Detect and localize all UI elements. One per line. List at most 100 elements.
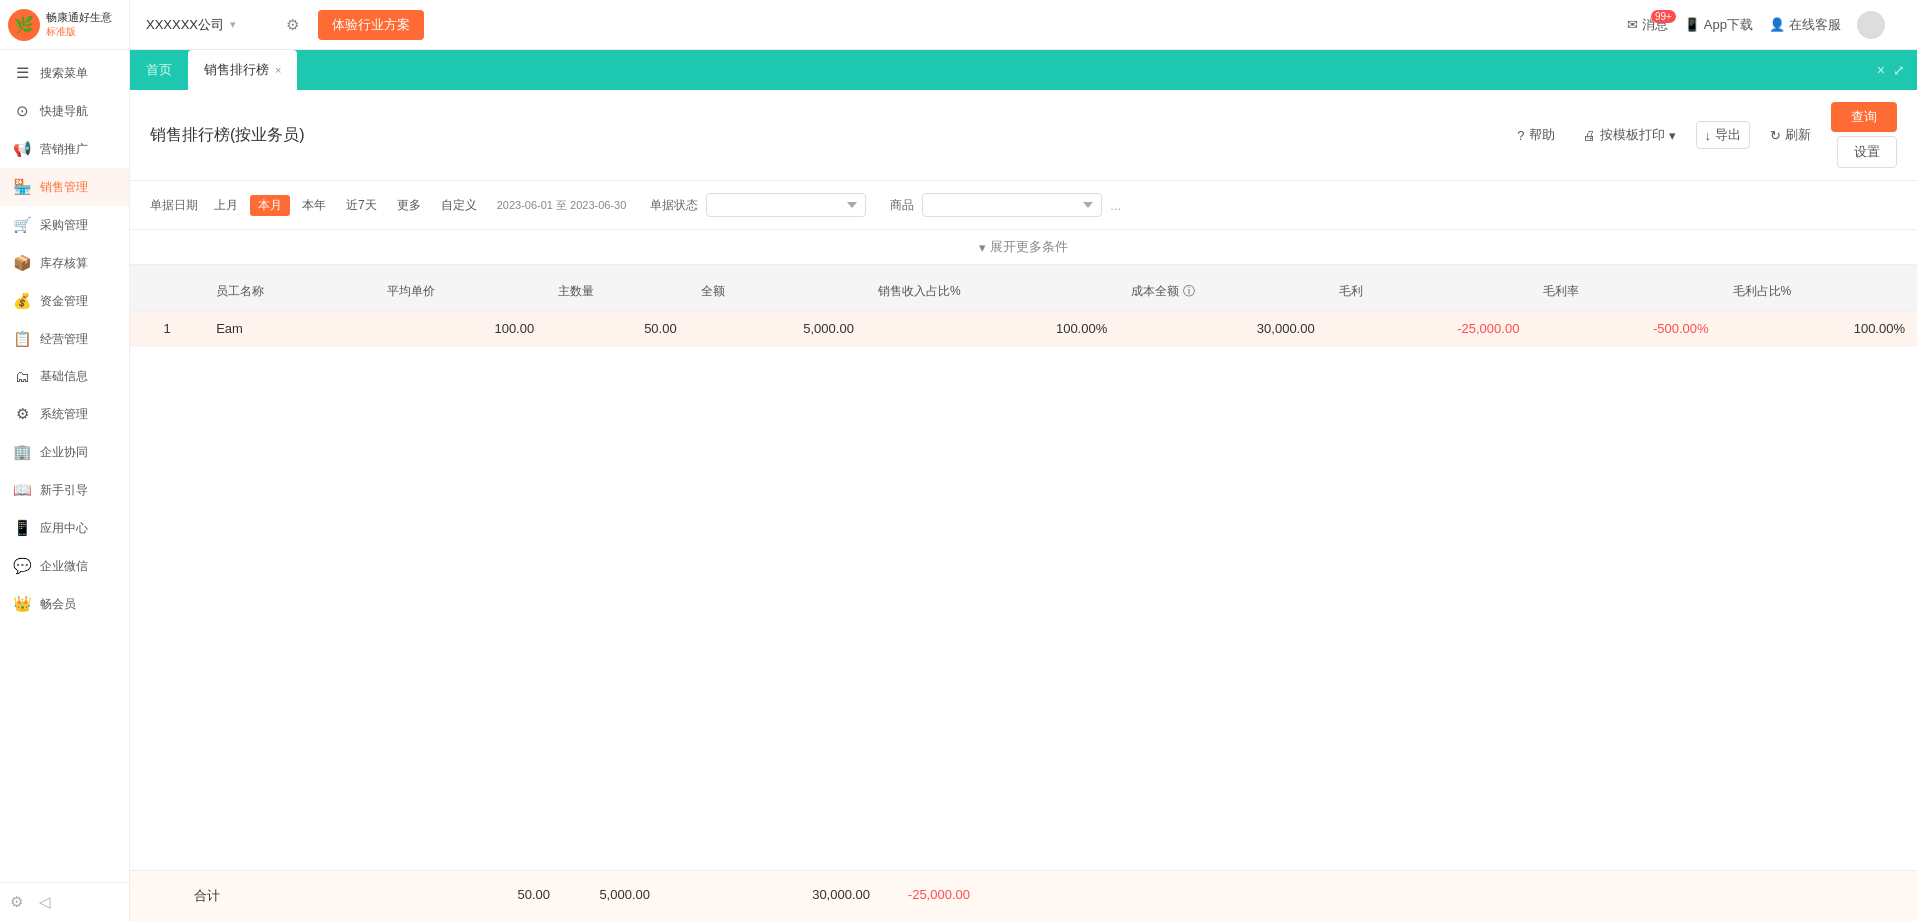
message-button[interactable]: ✉ 消息 99+: [1627, 16, 1668, 34]
footer-cost: 30,000.00: [772, 881, 882, 911]
table-header: 员工名称平均单价主数量全额销售收入占比%成本全额 ⓘ毛利毛利率毛利占比%: [130, 273, 1917, 311]
sidebar-item-wechat[interactable]: 💬企业微信: [0, 547, 129, 585]
date-option-自定义[interactable]: 自定义: [433, 195, 485, 216]
query-button[interactable]: 查询: [1831, 102, 1897, 132]
goods-input[interactable]: [922, 193, 1102, 217]
status-filter-group: 单据状态: [650, 193, 866, 217]
marketing-icon: 📢: [12, 140, 32, 158]
search-icon: ☰: [12, 64, 32, 82]
avatar[interactable]: [1857, 11, 1885, 39]
col-header-5: 销售收入占比%: [866, 273, 1119, 311]
col-header-4: 全额: [689, 273, 866, 311]
table-header-row: 员工名称平均单价主数量全额销售收入占比%成本全额 ⓘ毛利毛利率毛利占比%: [130, 273, 1917, 311]
status-select[interactable]: [706, 193, 866, 217]
sidebar-item-appstore[interactable]: 📱应用中心: [0, 509, 129, 547]
guide-icon: 📖: [12, 481, 32, 499]
sidebar-bottom: ⚙ ◁: [0, 882, 129, 921]
sidebar-item-member[interactable]: 👑畅会员: [0, 585, 129, 623]
footer-qty: 50.00: [462, 881, 562, 911]
sidebar-item-inventory[interactable]: 📦库存核算: [0, 244, 129, 282]
cell-0-1: Eam: [204, 311, 375, 347]
sidebar-item-operations[interactable]: 📋经营管理: [0, 320, 129, 358]
app-download-button[interactable]: 📱 App下载: [1684, 16, 1753, 34]
table-row[interactable]: 1Eam100.0050.005,000.00100.00%30,000.00-…: [130, 311, 1917, 347]
finance-icon: 💰: [12, 292, 32, 310]
tabs-bar: 首页 销售排行榜 × × ⤢: [130, 50, 1917, 90]
topbar-right: ✉ 消息 99+ 📱 App下载 👤 在线客服: [1627, 11, 1901, 39]
tabs-right: × ⤢: [1877, 62, 1917, 78]
cell-0-0: 1: [130, 311, 204, 347]
wechat-icon: 💬: [12, 557, 32, 575]
footer-profit-rate: [982, 881, 1082, 911]
base-icon: 🗂: [12, 368, 32, 385]
sidebar-item-finance[interactable]: 💰资金管理: [0, 282, 129, 320]
page-header: 销售排行榜(按业务员) ? 帮助 🖨 按模板打印 ▾ ↓ 导出 ↻ 刷新: [130, 90, 1917, 181]
sidebar-item-guide[interactable]: 📖新手引导: [0, 471, 129, 509]
data-table: 员工名称平均单价主数量全额销售收入占比%成本全额 ⓘ毛利毛利率毛利占比% 1Ea…: [130, 273, 1917, 347]
cell-0-3: 50.00: [546, 311, 689, 347]
col-header-1: 员工名称: [204, 273, 375, 311]
help-icon: ?: [1517, 128, 1524, 143]
status-filter-label: 单据状态: [650, 197, 698, 214]
window-expand-icon[interactable]: ⤢: [1893, 62, 1905, 78]
footer-avg-price: [362, 881, 462, 911]
footer-sales-ratio: [662, 881, 772, 911]
sidebar-item-marketing[interactable]: 📢营销推广: [0, 130, 129, 168]
sidebar-item-system[interactable]: ⚙系统管理: [0, 395, 129, 433]
sidebar-item-purchase[interactable]: 🛒采购管理: [0, 206, 129, 244]
company-selector[interactable]: XXXXXX公司 ▾: [146, 16, 266, 34]
message-badge: 99+: [1651, 10, 1676, 23]
topbar-settings-icon[interactable]: ⚙: [278, 11, 306, 39]
cell-0-5: 100.00%: [866, 311, 1119, 347]
help-button[interactable]: ? 帮助: [1509, 122, 1562, 148]
page-actions: ? 帮助 🖨 按模板打印 ▾ ↓ 导出 ↻ 刷新 查询: [1509, 102, 1897, 180]
footer-row: 合计 50.00 5,000.00 30,000.00 -25,000.00: [142, 881, 1905, 911]
sidebar-item-sales[interactable]: 🏪销售管理: [0, 168, 129, 206]
footer-empty: [142, 881, 182, 911]
col-header-3: 主数量: [546, 273, 689, 311]
trial-button[interactable]: 体验行业方案: [318, 10, 424, 40]
sidebar-settings-icon[interactable]: ⚙: [10, 893, 23, 911]
cell-0-7: -25,000.00: [1327, 311, 1532, 347]
print-icon: 🖨: [1583, 128, 1596, 143]
date-option-本月[interactable]: 本月: [250, 195, 290, 216]
date-option-本年[interactable]: 本年: [294, 195, 334, 216]
col-header-0: [130, 273, 204, 311]
export-button[interactable]: ↓ 导出: [1696, 121, 1751, 149]
sidebar-item-search[interactable]: ☰搜索菜单: [0, 54, 129, 92]
tab-sales-ranking[interactable]: 销售排行榜 ×: [188, 50, 297, 90]
expand-filter-button[interactable]: ▾ 展开更多条件: [979, 238, 1068, 256]
sidebar-item-base[interactable]: 🗂基础信息: [0, 358, 129, 395]
goods-filter-label: 商品: [890, 197, 914, 214]
date-option-近7天[interactable]: 近7天: [338, 195, 385, 216]
filter-bar: 单据日期 上月本月本年近7天更多自定义 2023-06-01 至 2023-06…: [130, 181, 1917, 230]
date-range: 2023-06-01 至 2023-06-30: [497, 198, 627, 213]
window-close-icon[interactable]: ×: [1877, 62, 1885, 78]
cell-0-8: -500.00%: [1531, 311, 1720, 347]
footer-label: 合计: [182, 881, 362, 911]
sidebar-item-shortcut[interactable]: ⊙快捷导航: [0, 92, 129, 130]
date-option-更多[interactable]: 更多: [389, 195, 429, 216]
settings-button[interactable]: 设置: [1837, 136, 1897, 168]
print-chevron-icon: ▾: [1669, 128, 1676, 143]
cell-0-9: 100.00%: [1721, 311, 1917, 347]
sidebar-item-enterprise[interactable]: 🏢企业协同: [0, 433, 129, 471]
expand-icon: ▾: [979, 240, 986, 255]
online-service-button[interactable]: 👤 在线客服: [1769, 16, 1841, 34]
inventory-icon: 📦: [12, 254, 32, 272]
print-button[interactable]: 🖨 按模板打印 ▾: [1575, 122, 1684, 148]
date-option-上月[interactable]: 上月: [206, 195, 246, 216]
cell-0-4: 5,000.00: [689, 311, 866, 347]
table-footer: 合计 50.00 5,000.00 30,000.00 -25,000.00: [130, 870, 1917, 921]
table-body: 1Eam100.0050.005,000.00100.00%30,000.00-…: [130, 311, 1917, 347]
goods-more-icon[interactable]: ...: [1110, 198, 1121, 213]
logo-sub: 标准版: [46, 25, 112, 39]
refresh-button[interactable]: ↻ 刷新: [1762, 122, 1819, 148]
date-filter-label: 单据日期: [150, 197, 198, 214]
footer-amount: 5,000.00: [562, 881, 662, 911]
sidebar-collapse-icon[interactable]: ◁: [39, 893, 51, 911]
tab-home[interactable]: 首页: [130, 50, 188, 90]
page-title: 销售排行榜(按业务员): [150, 125, 305, 158]
export-icon: ↓: [1705, 128, 1712, 143]
tab-close-icon[interactable]: ×: [275, 64, 281, 76]
